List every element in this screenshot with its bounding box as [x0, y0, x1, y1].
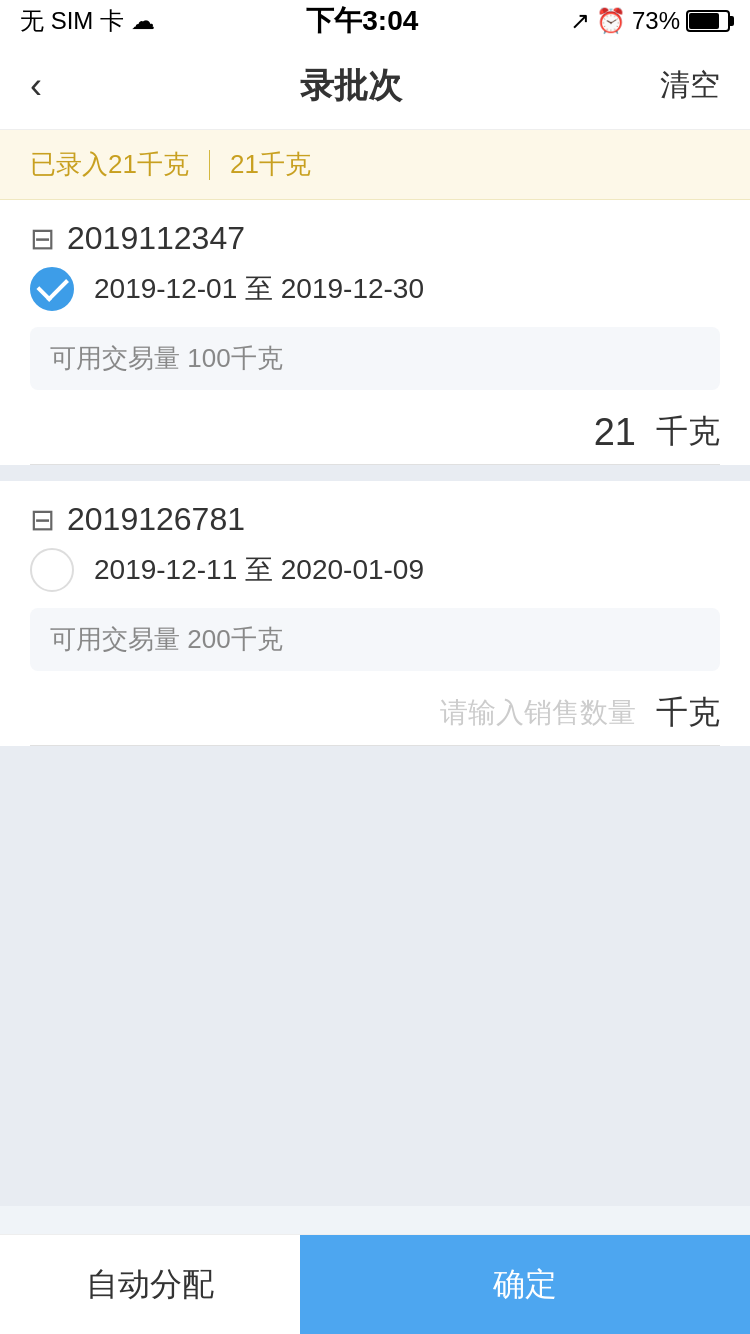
confirm-button[interactable]: 确定: [300, 1235, 750, 1334]
recorded-label: 已录入21千克: [30, 147, 189, 182]
batch-list: ⊟ 2019112347 2019-12-01 至 2019-12-30 可用交…: [0, 200, 750, 746]
clear-button[interactable]: 清空: [660, 65, 720, 106]
bottom-actions: 自动分配 确定: [0, 1234, 750, 1334]
sim-label: 无 SIM 卡 ☁: [20, 5, 155, 37]
radio-2[interactable]: [30, 548, 74, 592]
quantity-value-1[interactable]: 21: [516, 411, 636, 454]
page-title: 录批次: [300, 63, 402, 109]
battery-percent: 73%: [632, 7, 680, 35]
batch-header-2: ⊟ 2019126781: [30, 501, 720, 538]
batch-item-2: ⊟ 2019126781 2019-12-11 至 2020-01-09 可用交…: [0, 481, 750, 746]
nav-bar: ‹ 录批次 清空: [0, 42, 750, 130]
radio-1[interactable]: [30, 267, 74, 311]
batch-date-1: 2019-12-01 至 2019-12-30: [94, 270, 424, 308]
back-button[interactable]: ‹: [30, 65, 42, 107]
battery-icon: [686, 10, 730, 32]
status-left: 无 SIM 卡 ☁: [20, 5, 155, 37]
batch-quantity-row-1: 21 千克: [30, 390, 720, 464]
recorded-value: 21千克: [230, 147, 311, 182]
batch-date-row-2: 2019-12-11 至 2020-01-09: [30, 548, 720, 592]
batch-date-2: 2019-12-11 至 2020-01-09: [94, 551, 424, 589]
batch-doc-icon-2: ⊟: [30, 502, 55, 537]
batch-availability-1: 可用交易量 100千克: [30, 327, 720, 390]
section-divider: [0, 465, 750, 481]
batch-quantity-row-2: 请输入销售数量 千克: [30, 671, 720, 745]
batch-date-row-1: 2019-12-01 至 2019-12-30: [30, 267, 720, 311]
auto-distribute-button[interactable]: 自动分配: [0, 1235, 300, 1334]
batch-id-2: 2019126781: [67, 501, 245, 538]
empty-area: [0, 746, 750, 1206]
location-icon: ↗: [570, 7, 590, 35]
batch-item-1: ⊟ 2019112347 2019-12-01 至 2019-12-30 可用交…: [0, 200, 750, 465]
alarm-icon: ⏰: [596, 7, 626, 35]
batch-doc-icon-1: ⊟: [30, 221, 55, 256]
info-banner: 已录入21千克 21千克: [0, 130, 750, 200]
info-divider: [209, 150, 210, 180]
quantity-placeholder-2: 请输入销售数量: [440, 694, 636, 732]
quantity-unit-2: 千克: [656, 691, 720, 735]
batch-availability-2: 可用交易量 200千克: [30, 608, 720, 671]
quantity-unit-1: 千克: [656, 410, 720, 454]
status-time: 下午3:04: [306, 2, 418, 40]
batch-id-1: 2019112347: [67, 220, 245, 257]
batch-header-1: ⊟ 2019112347: [30, 220, 720, 257]
status-right: ↗ ⏰ 73%: [570, 7, 730, 35]
status-bar: 无 SIM 卡 ☁ 下午3:04 ↗ ⏰ 73%: [0, 0, 750, 42]
